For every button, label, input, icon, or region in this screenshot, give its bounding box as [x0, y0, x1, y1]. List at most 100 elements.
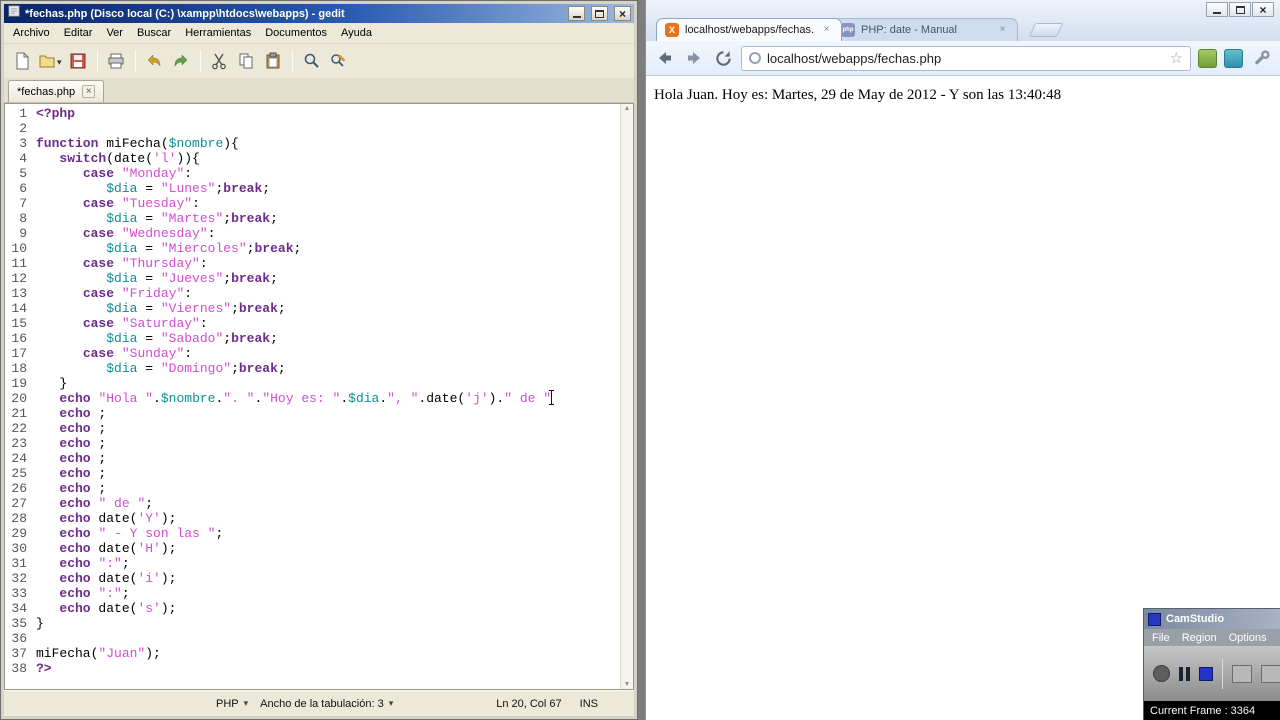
scroll-down-arrow[interactable]: ▼ — [624, 681, 631, 688]
gedit-minimize-button[interactable] — [568, 6, 585, 21]
back-icon — [659, 52, 671, 64]
menu-herramientas[interactable]: Herramientas — [178, 24, 258, 42]
tab-close-button[interactable] — [996, 24, 1009, 37]
browser-tab-fechas[interactable]: X localhost/webapps/fechas.php — [656, 18, 842, 41]
line-number: 32 — [11, 571, 27, 586]
maximize-icon — [595, 9, 604, 18]
chrome-menu-button[interactable] — [1250, 47, 1272, 69]
extension-icon-1[interactable] — [1198, 48, 1217, 68]
language-selector[interactable]: PHP — [210, 696, 254, 712]
menu-archivo[interactable]: Archivo — [6, 24, 57, 42]
pause-button[interactable] — [1179, 666, 1190, 681]
undo-icon — [147, 54, 161, 67]
document-tab-fechas[interactable]: *fechas.php — [8, 80, 105, 102]
line-number: 6 — [19, 181, 27, 196]
tab-width-selector[interactable]: Ancho de la tabulación: 3 — [254, 696, 399, 712]
line-number: 11 — [11, 256, 27, 271]
line-number: 24 — [11, 451, 27, 466]
paste-icon — [266, 52, 280, 69]
tab-close-button[interactable] — [820, 24, 833, 37]
find-replace-button[interactable] — [325, 48, 352, 75]
line-number: 22 — [11, 421, 27, 436]
code-line: echo date('s'); — [59, 601, 177, 616]
browser-tab-php-manual[interactable]: php PHP: date - Manual — [832, 18, 1018, 41]
browser-tab-label: localhost/webapps/fechas.php — [685, 24, 814, 36]
gedit-titlebar[interactable]: *fechas.php (Disco local (C:) \xampp\htd… — [4, 4, 634, 23]
address-text[interactable]: localhost/webapps/fechas.php — [767, 51, 941, 66]
gedit-close-button[interactable] — [614, 6, 631, 21]
menu-ver[interactable]: Ver — [99, 24, 130, 42]
address-bar[interactable]: localhost/webapps/fechas.php — [741, 45, 1191, 71]
record-button[interactable] — [1153, 665, 1170, 682]
chrome-minimize-button[interactable] — [1206, 2, 1228, 17]
extension-icon-2[interactable] — [1224, 48, 1243, 68]
forward-button[interactable] — [683, 47, 705, 69]
copy-button[interactable] — [233, 48, 260, 75]
new-tab-button[interactable] — [1028, 23, 1064, 37]
code-line: case "Saturday": — [82, 316, 208, 331]
forward-icon — [688, 52, 700, 64]
line-number: 29 — [11, 526, 27, 541]
code-line: case "Tuesday": — [82, 196, 200, 211]
cut-button[interactable] — [206, 48, 233, 75]
editor-scrollbar[interactable]: ▲ ▼ — [620, 104, 633, 689]
chrome-tabstrip: X localhost/webapps/fechas.php php PHP: … — [656, 18, 1064, 41]
cam-tool-button[interactable] — [1261, 664, 1280, 683]
back-button[interactable] — [654, 47, 676, 69]
code-line: function miFecha($nombre){ — [36, 136, 239, 151]
tab-close-button[interactable] — [82, 85, 96, 98]
text-editor-area[interactable]: 1 2 3 4 5 6 7 8 9 10 11 12 13 14 15 16 17 18 19 20 21 22 23 24 2… — [4, 103, 634, 690]
code-line: $dia = "Jueves";break; — [106, 271, 278, 286]
undo-button[interactable] — [141, 48, 168, 75]
save-button[interactable] — [65, 48, 92, 75]
chrome-titlebar[interactable]: X localhost/webapps/fechas.php php PHP: … — [646, 0, 1280, 41]
code-line: $dia = "Lunes";break; — [106, 181, 271, 196]
toolbar-separator — [96, 50, 98, 72]
gedit-maximize-button[interactable] — [591, 6, 608, 21]
camstudio-app-icon — [1148, 612, 1161, 626]
pause-icon — [1186, 666, 1190, 681]
line-number: 37 — [11, 646, 27, 661]
stop-button[interactable] — [1199, 666, 1213, 681]
cam-menu-file[interactable]: File — [1146, 632, 1176, 644]
find-button[interactable] — [298, 48, 325, 75]
tab-width-label: Ancho de la tabulación: 3 — [260, 697, 384, 710]
paste-button[interactable] — [260, 48, 287, 75]
open-document-button[interactable] — [35, 48, 65, 75]
redo-icon — [174, 54, 188, 67]
menu-buscar[interactable]: Buscar — [130, 24, 178, 42]
cam-menu-region[interactable]: Region — [1176, 632, 1223, 644]
open-dropdown-icon[interactable] — [56, 52, 62, 70]
camstudio-titlebar[interactable]: CamStudio — [1144, 609, 1280, 629]
new-document-icon — [16, 52, 28, 70]
redo-button[interactable] — [168, 48, 195, 75]
cursor-position-label: Ln 20, Col 67 — [496, 697, 562, 710]
line-number: 27 — [11, 496, 27, 511]
code-line: echo date('H'); — [59, 541, 177, 556]
bookmark-star-icon[interactable] — [1170, 51, 1183, 66]
cam-menu-options[interactable]: Options — [1223, 632, 1273, 644]
menu-editar[interactable]: Editar — [57, 24, 100, 42]
code-line: echo " - Y son las "; — [59, 526, 224, 541]
cam-tool-button[interactable] — [1232, 664, 1252, 683]
menu-ayuda[interactable]: Ayuda — [334, 24, 379, 42]
print-button[interactable] — [103, 48, 130, 75]
line-number: 4 — [19, 151, 27, 166]
scroll-up-arrow[interactable]: ▲ — [624, 105, 631, 112]
chrome-close-button[interactable] — [1252, 2, 1274, 17]
line-number: 31 — [11, 556, 27, 571]
cut-icon — [212, 53, 226, 70]
chrome-maximize-button[interactable] — [1229, 2, 1251, 17]
minimize-icon — [572, 16, 581, 18]
reload-button[interactable] — [712, 47, 734, 69]
code-line: switch(date('l')){ — [59, 151, 200, 166]
new-document-button[interactable] — [8, 48, 35, 75]
line-number: 18 — [11, 361, 27, 376]
code-line: case "Monday": — [82, 166, 193, 181]
menu-documentos[interactable]: Documentos — [258, 24, 334, 42]
cam-toolbar-separator — [1222, 658, 1223, 689]
xampp-favicon: X — [665, 23, 679, 37]
line-number: 30 — [11, 541, 27, 556]
code-lines[interactable]: <?php function miFecha($nombre){ switch(d… — [33, 104, 620, 689]
line-number: 33 — [11, 586, 27, 601]
